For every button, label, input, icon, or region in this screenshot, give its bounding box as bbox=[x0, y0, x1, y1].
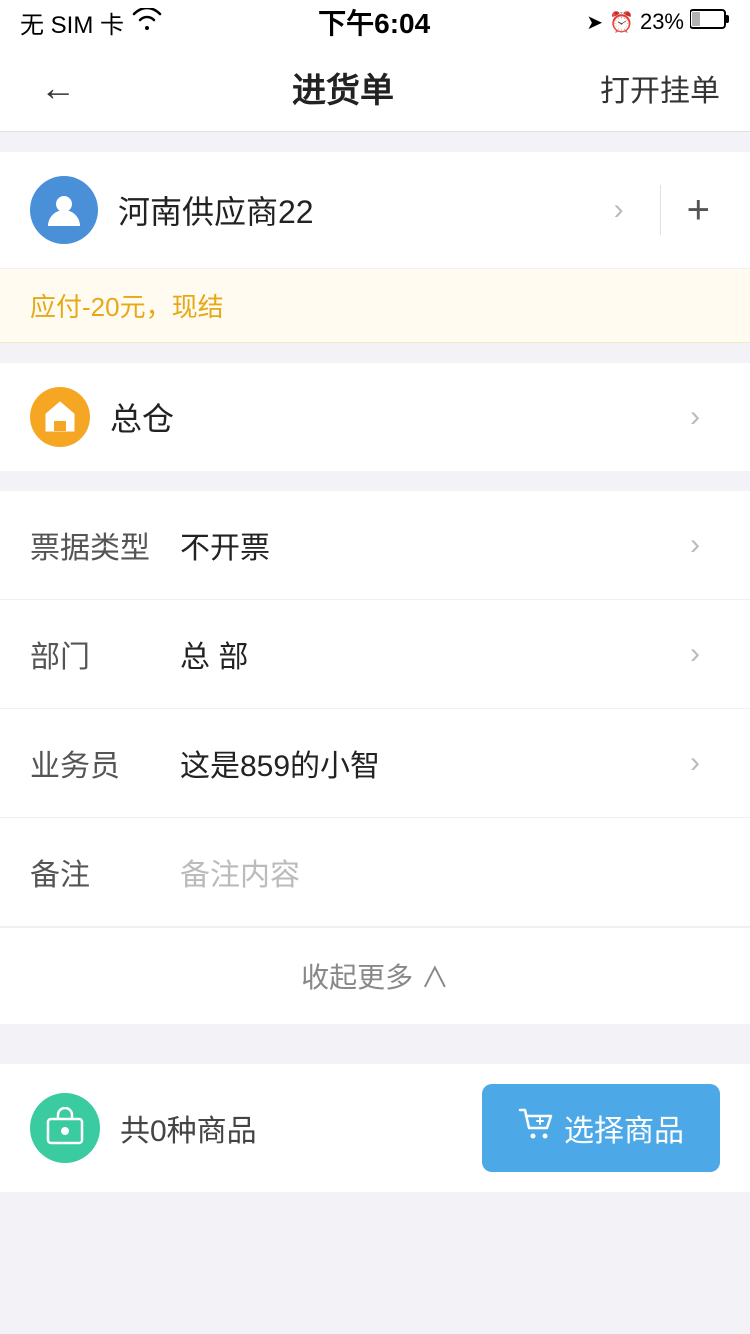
section-gap-3 bbox=[0, 471, 750, 491]
product-count: 共0种商品 bbox=[120, 1106, 482, 1150]
dept-chevron-icon: › bbox=[690, 637, 700, 671]
dept-value: 总 部 bbox=[170, 632, 690, 676]
salesperson-chevron-icon: › bbox=[690, 746, 700, 780]
section-gap-1 bbox=[0, 132, 750, 152]
select-product-button[interactable]: 选择商品 bbox=[482, 1084, 720, 1172]
supplier-card: 河南供应商22 › + 应付-20元，现结 bbox=[0, 152, 750, 343]
warehouse-card[interactable]: 总仓 › bbox=[0, 363, 750, 471]
collapse-button[interactable]: 收起更多 ∧ bbox=[0, 927, 750, 1024]
status-bar: 无 SIM 卡 下午6:04 ➤ ⏰ 23% bbox=[0, 0, 750, 44]
alarm-icon: ⏰ bbox=[609, 10, 634, 35]
battery-text: 23% bbox=[640, 9, 684, 35]
form-section: 票据类型 不开票 › 部门 总 部 › 业务员 这是859的小智 › 备注 备注… bbox=[0, 491, 750, 1024]
supplier-row[interactable]: 河南供应商22 › + bbox=[0, 152, 750, 269]
add-supplier-button[interactable]: + bbox=[677, 188, 720, 233]
location-icon: ➤ bbox=[586, 10, 603, 35]
back-button[interactable]: ← bbox=[30, 57, 86, 119]
bottom-section: 共0种商品 选择商品 bbox=[0, 1064, 750, 1192]
wifi-icon bbox=[132, 8, 162, 36]
supplier-chevron-icon: › bbox=[614, 193, 624, 227]
divider bbox=[660, 185, 661, 235]
nav-bar: ← 进货单 打开挂单 bbox=[0, 44, 750, 132]
battery-icon bbox=[690, 8, 730, 37]
remark-input[interactable]: 备注内容 bbox=[170, 850, 720, 894]
warehouse-name: 总仓 bbox=[110, 394, 690, 440]
open-pending-btn[interactable]: 打开挂单 bbox=[600, 66, 720, 110]
invoice-chevron-icon: › bbox=[690, 528, 700, 562]
warehouse-icon bbox=[30, 387, 90, 447]
dept-row[interactable]: 部门 总 部 › bbox=[0, 600, 750, 709]
select-product-label: 选择商品 bbox=[564, 1106, 684, 1150]
product-icon bbox=[30, 1093, 100, 1163]
invoice-value: 不开票 bbox=[170, 523, 690, 567]
warehouse-chevron-icon: › bbox=[690, 400, 700, 434]
dept-label: 部门 bbox=[30, 632, 170, 676]
section-gap-4 bbox=[0, 1024, 750, 1044]
salesperson-value: 这是859的小智 bbox=[170, 741, 690, 785]
supplier-name: 河南供应商22 bbox=[118, 187, 614, 233]
salesperson-row[interactable]: 业务员 这是859的小智 › bbox=[0, 709, 750, 818]
invoice-label: 票据类型 bbox=[30, 523, 170, 567]
remark-row[interactable]: 备注 备注内容 bbox=[0, 818, 750, 927]
supplier-avatar bbox=[30, 176, 98, 244]
salesperson-label: 业务员 bbox=[30, 741, 170, 785]
invoice-type-row[interactable]: 票据类型 不开票 › bbox=[0, 491, 750, 600]
cart-icon bbox=[518, 1108, 554, 1148]
sim-text: 无 SIM 卡 bbox=[20, 5, 124, 40]
notice-bar: 应付-20元，现结 bbox=[0, 269, 750, 343]
status-right: ➤ ⏰ 23% bbox=[586, 8, 730, 37]
warehouse-row[interactable]: 总仓 › bbox=[0, 363, 750, 471]
section-gap-2 bbox=[0, 343, 750, 363]
page-title: 进货单 bbox=[292, 63, 394, 112]
time-display: 下午6:04 bbox=[318, 2, 430, 42]
status-left: 无 SIM 卡 bbox=[20, 5, 162, 40]
remark-label: 备注 bbox=[30, 850, 170, 894]
